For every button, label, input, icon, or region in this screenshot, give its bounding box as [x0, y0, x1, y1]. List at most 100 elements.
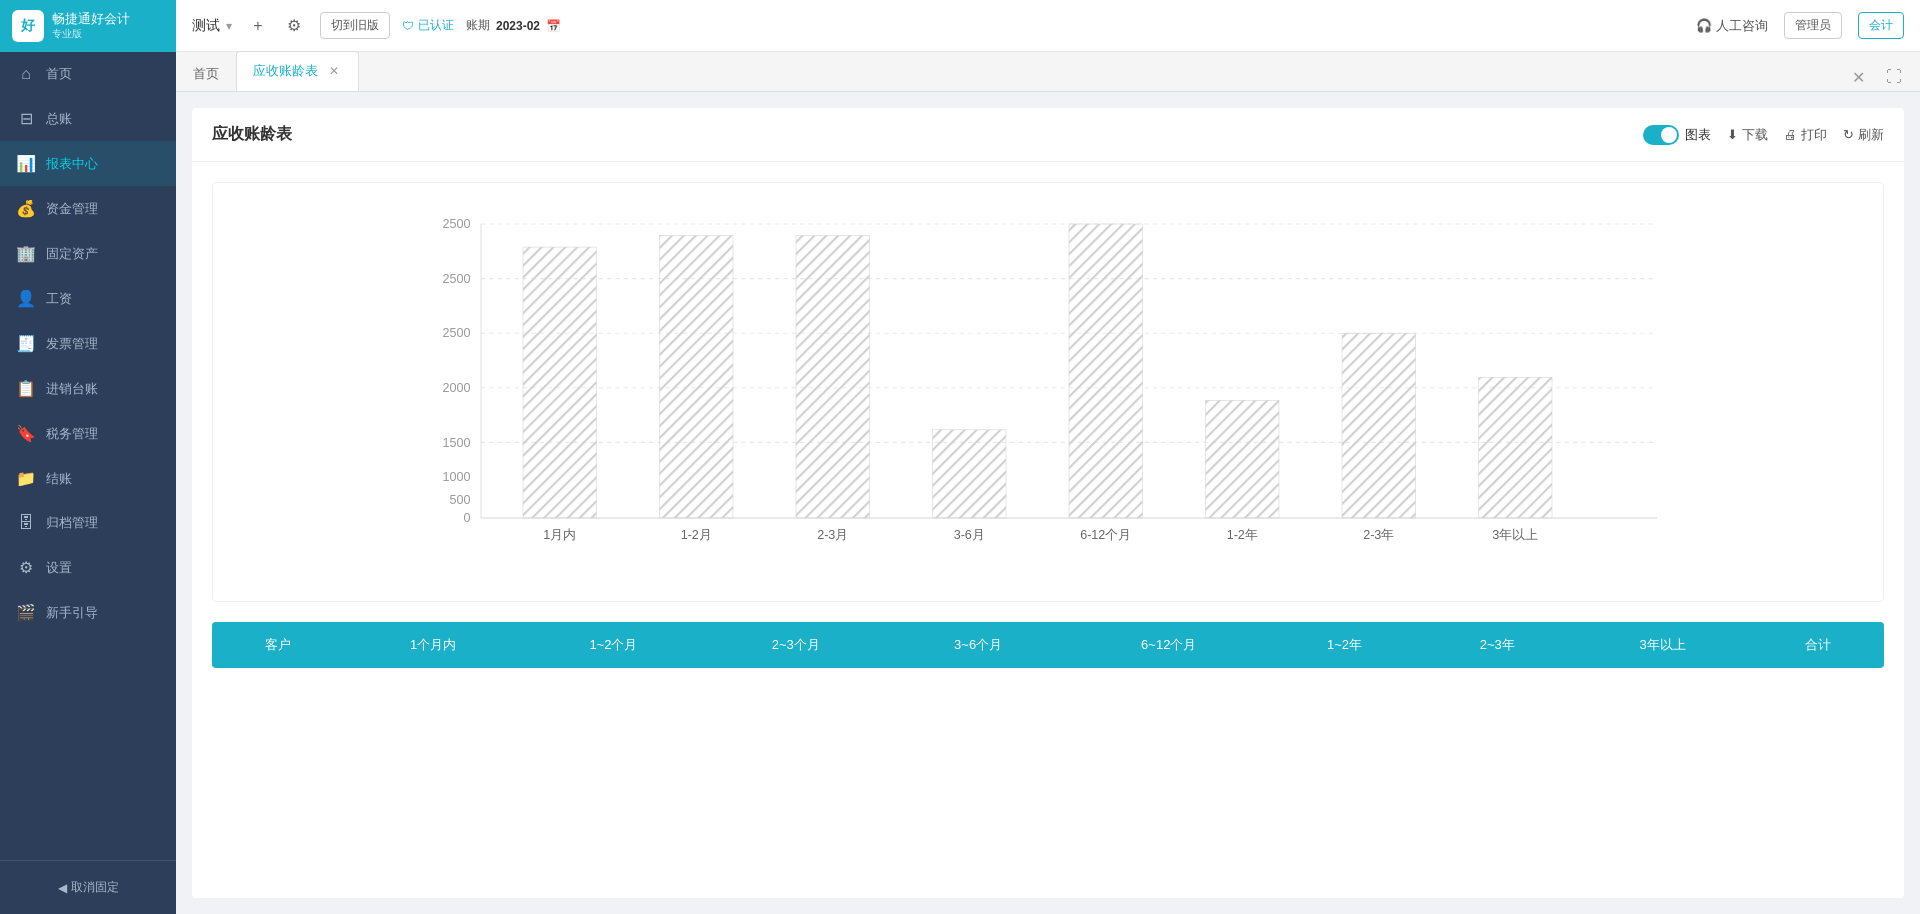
- bar-1-month: [523, 247, 597, 518]
- topbar-settings-button[interactable]: ⚙: [280, 12, 308, 40]
- sidebar-item-general-ledger[interactable]: ⊟ 总账: [0, 96, 176, 141]
- tab-close-ar-aging[interactable]: ✕: [326, 63, 342, 79]
- svg-text:1500: 1500: [442, 436, 470, 450]
- expand-button[interactable]: ⛶: [1880, 63, 1908, 91]
- sidebar-item-closing[interactable]: 📁 结账: [0, 456, 176, 501]
- consult-button[interactable]: 🎧 人工咨询: [1696, 17, 1768, 35]
- sidebar-icon-archive-management: 🗄: [16, 514, 36, 532]
- sidebar-item-invoice-management[interactable]: 🧾 发票管理: [0, 321, 176, 366]
- sidebar-item-home[interactable]: ⌂ 首页: [0, 52, 176, 96]
- col-header-5: 6~12个月: [1069, 622, 1268, 668]
- close-tab-button[interactable]: ✕: [1844, 63, 1872, 91]
- sidebar-item-settings[interactable]: ⚙ 设置: [0, 545, 176, 590]
- topbar-actions: + ⚙: [244, 12, 308, 40]
- bar-1-2-year: [1206, 400, 1280, 518]
- tab-label-ar-aging: 应收账龄表: [253, 62, 318, 80]
- calendar-icon[interactable]: 📅: [546, 19, 561, 33]
- sidebar-label-purchase-sales: 进销台账: [46, 380, 98, 398]
- col-header-1: 1个月内: [344, 622, 522, 668]
- page-header-right: 图表 ⬇ 下载 🖨 打印 ↻ 刷新: [1643, 125, 1884, 145]
- workspace-selector[interactable]: 测试 ▾: [192, 17, 232, 35]
- col-header-8: 3年以上: [1574, 622, 1752, 668]
- download-icon: ⬇: [1727, 127, 1738, 142]
- svg-text:2500: 2500: [442, 272, 470, 286]
- print-button[interactable]: 🖨 打印: [1784, 126, 1827, 144]
- tab-ar-aging[interactable]: 应收账龄表 ✕: [236, 51, 359, 91]
- col-header-4: 3~6个月: [887, 622, 1069, 668]
- sidebar-label-report-center: 报表中心: [46, 155, 98, 173]
- sidebar-label-payroll: 工资: [46, 290, 72, 308]
- sidebar-item-purchase-sales[interactable]: 📋 进销台账: [0, 366, 176, 411]
- table-area: 客户1个月内1~2个月2~3个月3~6个月6~12个月1~2年2~3年3年以上合…: [192, 622, 1904, 688]
- page-container: 应收账龄表 图表 ⬇ 下载 🖨 打印 ↻: [192, 108, 1904, 898]
- workspace-chevron-icon: ▾: [226, 19, 232, 33]
- cancel-fixed-label: 取消固定: [71, 879, 119, 896]
- sidebar-item-tax-management[interactable]: 🔖 税务管理: [0, 411, 176, 456]
- sidebar-item-report-center[interactable]: 📊 报表中心: [0, 141, 176, 186]
- svg-text:2-3年: 2-3年: [1363, 528, 1394, 542]
- sidebar-item-fixed-assets[interactable]: 🏢 固定资产: [0, 231, 176, 276]
- cancel-fixed-icon: ◀: [58, 881, 67, 895]
- add-button[interactable]: +: [244, 12, 272, 40]
- tab-label-home: 首页: [193, 65, 219, 83]
- sidebar-icon-report-center: 📊: [16, 154, 36, 173]
- sidebar-label-closing: 结账: [46, 470, 72, 488]
- logo-text-group: 畅捷通好会计 专业版: [52, 11, 130, 42]
- svg-text:1000: 1000: [442, 470, 470, 484]
- col-header-2: 1~2个月: [522, 622, 704, 668]
- cancel-fixed-button[interactable]: ◀ 取消固定: [0, 871, 176, 904]
- bar-2-3-month: [796, 236, 870, 518]
- sidebar-icon-home: ⌂: [16, 65, 36, 83]
- chart-toggle-label: 图表: [1685, 126, 1711, 144]
- chart-container: 2500 2500 2500 2000 1500 1000 500 0: [212, 182, 1884, 602]
- chart-area: 2500 2500 2500 2000 1500 1000 500 0: [192, 162, 1904, 622]
- bar-6-12-month: [1069, 224, 1143, 518]
- tabbar: 首页 应收账龄表 ✕ ✕ ⛶: [176, 52, 1920, 92]
- sidebar-icon-fund-management: 💰: [16, 199, 36, 218]
- sidebar-icon-settings: ⚙: [16, 558, 36, 577]
- ar-aging-table: 客户1个月内1~2个月2~3个月3~6个月6~12个月1~2年2~3年3年以上合…: [212, 622, 1884, 668]
- topbar: 测试 ▾ + ⚙ 切到旧版 🛡 已认证 账期 2023-02 📅 🎧 人工咨询: [176, 0, 1920, 52]
- accountant-button[interactable]: 会计: [1858, 12, 1904, 39]
- svg-text:2000: 2000: [442, 381, 470, 395]
- sidebar-label-invoice-management: 发票管理: [46, 335, 98, 353]
- sidebar-label-tax-management: 税务管理: [46, 425, 98, 443]
- sidebar-icon-closing: 📁: [16, 469, 36, 488]
- refresh-icon: ↻: [1843, 127, 1854, 142]
- gear-icon: ⚙: [287, 16, 301, 35]
- sidebar-label-home: 首页: [46, 65, 72, 83]
- tabbar-right: ✕ ⛶: [1832, 63, 1920, 91]
- sidebar-logo: 好 畅捷通好会计 专业版: [0, 0, 176, 52]
- sidebar-label-fixed-assets: 固定资产: [46, 245, 98, 263]
- sidebar-item-archive-management[interactable]: 🗄 归档管理: [0, 501, 176, 545]
- bar-3-6-month: [933, 430, 1007, 518]
- cert-status: 🛡 已认证: [402, 17, 454, 34]
- sidebar-item-beginner-guide[interactable]: 🎬 新手引导: [0, 590, 176, 635]
- download-button[interactable]: ⬇ 下载: [1727, 126, 1768, 144]
- sidebar-label-archive-management: 归档管理: [46, 514, 98, 532]
- refresh-button[interactable]: ↻ 刷新: [1843, 126, 1884, 144]
- chart-toggle[interactable]: [1643, 125, 1679, 145]
- tab-home[interactable]: 首页: [176, 55, 236, 91]
- svg-text:2-3月: 2-3月: [817, 528, 848, 542]
- admin-button[interactable]: 管理员: [1784, 12, 1842, 39]
- switch-version-button[interactable]: 切到旧版: [320, 12, 390, 39]
- sidebar-item-payroll[interactable]: 👤 工资: [0, 276, 176, 321]
- svg-text:1-2月: 1-2月: [681, 528, 712, 542]
- sidebar-item-fund-management[interactable]: 💰 资金管理: [0, 186, 176, 231]
- bar-chart: 2500 2500 2500 2000 1500 1000 500 0: [233, 203, 1863, 581]
- col-header-7: 2~3年: [1421, 622, 1574, 668]
- svg-text:2500: 2500: [442, 217, 470, 231]
- svg-text:2500: 2500: [442, 326, 470, 340]
- table-header: 客户1个月内1~2个月2~3个月3~6个月6~12个月1~2年2~3年3年以上合…: [212, 622, 1884, 668]
- topbar-right: 🎧 人工咨询 管理员 会计: [1696, 12, 1904, 39]
- svg-text:1月内: 1月内: [543, 528, 576, 542]
- app-edition: 专业版: [52, 27, 130, 41]
- col-header-9: 合计: [1752, 622, 1884, 668]
- sidebar-icon-invoice-management: 🧾: [16, 334, 36, 353]
- sidebar-icon-fixed-assets: 🏢: [16, 244, 36, 263]
- svg-text:3-6月: 3-6月: [954, 528, 985, 542]
- col-header-3: 2~3个月: [705, 622, 887, 668]
- bar-1-2-month: [660, 236, 734, 518]
- svg-text:1-2年: 1-2年: [1227, 528, 1258, 542]
